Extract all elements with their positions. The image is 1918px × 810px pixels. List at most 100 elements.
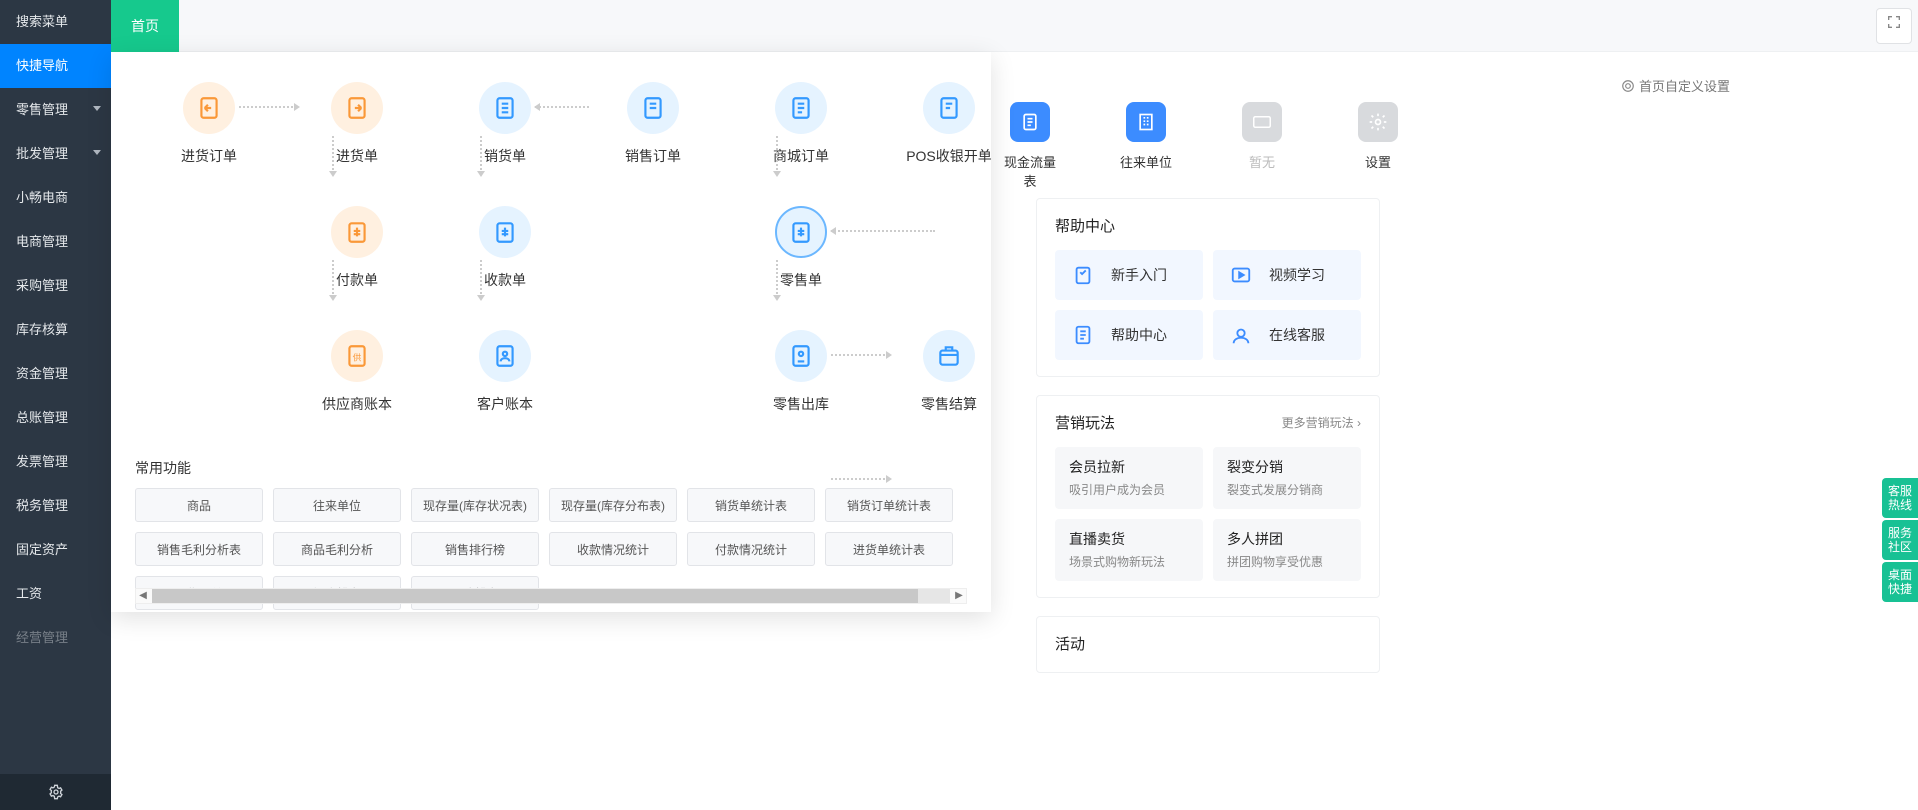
node-payment[interactable]: 付款单 <box>283 206 431 290</box>
doc-icon <box>627 82 679 134</box>
help-item-support[interactable]: 在线客服 <box>1213 310 1361 360</box>
common-btn[interactable]: 商品 <box>135 488 263 522</box>
sidebar-item-wholesale[interactable]: 批发管理 <box>0 132 111 176</box>
ledger-icon: 供 <box>331 330 383 382</box>
node-purchase-bill[interactable]: 进货单 <box>283 82 431 166</box>
horizontal-scrollbar[interactable]: ◀ ▶ <box>135 588 967 604</box>
common-btn[interactable]: 现存量(库存分布表) <box>549 488 677 522</box>
scroll-track[interactable] <box>152 589 950 603</box>
doc-in-icon <box>183 82 235 134</box>
common-btn[interactable]: 付款情况统计 <box>687 532 815 566</box>
sidebar-item-purchase[interactable]: 采购管理 <box>0 264 111 308</box>
node-sales-order[interactable]: 销售订单 <box>579 82 727 166</box>
clipboard-icon <box>1069 261 1097 289</box>
common-btn[interactable]: 销售排行榜 <box>411 532 539 566</box>
flow-arrow <box>332 136 334 176</box>
flow-arrow <box>776 260 778 300</box>
node-mall-order[interactable]: 商城订单 <box>727 82 875 166</box>
float-community[interactable]: 服务社区 <box>1882 520 1918 560</box>
help-item-video[interactable]: 视频学习 <box>1213 250 1361 300</box>
sidebar-item-invoice[interactable]: 发票管理 <box>0 440 111 484</box>
money-icon <box>479 206 531 258</box>
shortcut-empty[interactable]: 暂无 <box>1232 102 1292 190</box>
sidebar-item-assets[interactable]: 固定资产 <box>0 528 111 572</box>
play-icon <box>1227 261 1255 289</box>
sidebar: 搜索菜单 快捷导航 零售管理 批发管理 小畅电商 电商管理 采购管理 库存核算 … <box>0 0 111 810</box>
sidebar-item-tax[interactable]: 税务管理 <box>0 484 111 528</box>
mkt-item-group[interactable]: 多人拼团拼团购物享受优惠 <box>1213 519 1361 581</box>
doc-icon <box>923 82 975 134</box>
node-pos[interactable]: POS收银开单 <box>875 82 1023 166</box>
node-supplier-ledger[interactable]: 供供应商账本 <box>283 330 431 414</box>
sidebar-item-salary[interactable]: 工资 <box>0 572 111 616</box>
common-btn[interactable]: 销售毛利分析表 <box>135 532 263 566</box>
sidebar-item-retail[interactable]: 零售管理 <box>0 88 111 132</box>
more-link[interactable]: 更多营销玩法 › <box>1282 414 1361 431</box>
custom-home-link[interactable]: 首页自定义设置 <box>1621 76 1730 95</box>
node-retail-bill[interactable]: 零售单 <box>727 206 875 290</box>
target-icon <box>1621 79 1635 93</box>
common-btn[interactable]: 收款情况统计 <box>549 532 677 566</box>
tab-home[interactable]: 首页 <box>111 0 179 52</box>
common-btn[interactable]: 进货单统计表 <box>825 532 953 566</box>
headset-icon <box>1227 321 1255 349</box>
sidebar-item-inventory[interactable]: 库存核算 <box>0 308 111 352</box>
sidebar-item-xiaochang[interactable]: 小畅电商 <box>0 176 111 220</box>
fullscreen-icon <box>1886 14 1902 30</box>
sidebar-item-quicknav[interactable]: 快捷导航 <box>0 44 111 88</box>
float-hotline[interactable]: 客服热线 <box>1882 478 1918 518</box>
scroll-left-icon[interactable]: ◀ <box>136 589 150 603</box>
scroll-right-icon[interactable]: ▶ <box>952 589 966 603</box>
mkt-item-live[interactable]: 直播卖货场景式购物新玩法 <box>1055 519 1203 581</box>
sidebar-item-ledger[interactable]: 总账管理 <box>0 396 111 440</box>
sidebar-item-ecommerce[interactable]: 电商管理 <box>0 220 111 264</box>
node-receipt[interactable]: 收款单 <box>431 206 579 290</box>
help-item-newbie[interactable]: 新手入门 <box>1055 250 1203 300</box>
svg-text:供: 供 <box>353 351 362 362</box>
chevron-down-icon <box>93 150 101 155</box>
shortcut-settings[interactable]: 设置 <box>1348 102 1408 190</box>
flow-arrow <box>831 478 891 480</box>
panel-title: 营销玩法 更多营销玩法 › <box>1055 412 1361 433</box>
sidebar-settings[interactable] <box>0 774 111 810</box>
quicknav-flyout: 进货订单 进货单 销货单 销售订单 商城订单 POS收银开单 付款单 收款单 零… <box>111 52 991 612</box>
scroll-thumb[interactable] <box>152 589 918 603</box>
node-retail-out[interactable]: 零售出库 <box>727 330 875 414</box>
activity-panel: 活动 <box>1036 616 1380 673</box>
money-icon <box>775 206 827 258</box>
common-btn[interactable]: 销货订单统计表 <box>825 488 953 522</box>
tabbar: 首页 <box>111 0 1918 52</box>
help-panel: 帮助中心 新手入门 视频学习 帮助中心 在线客服 <box>1036 198 1380 377</box>
mkt-item-fission[interactable]: 裂变分销裂变式发展分销商 <box>1213 447 1361 509</box>
node-sales-bill[interactable]: 销货单 <box>431 82 579 166</box>
common-btn[interactable]: 现存量(库存状况表) <box>411 488 539 522</box>
doc-icon <box>775 82 827 134</box>
common-btn[interactable]: 往来单位 <box>273 488 401 522</box>
money-icon <box>331 206 383 258</box>
node-retail-settle[interactable]: 零售结算 <box>875 330 1023 414</box>
sidebar-item-operation[interactable]: 经营管理 <box>0 616 111 660</box>
doc-out-icon <box>331 82 383 134</box>
marketing-panel: 营销玩法 更多营销玩法 › 会员拉新吸引用户成为会员 裂变分销裂变式发展分销商 … <box>1036 395 1380 598</box>
panel-title: 活动 <box>1055 633 1361 654</box>
node-customer-ledger[interactable]: 客户账本 <box>431 330 579 414</box>
sidebar-item-search[interactable]: 搜索菜单 <box>0 0 111 44</box>
ledger-icon <box>479 330 531 382</box>
help-item-center[interactable]: 帮助中心 <box>1055 310 1203 360</box>
right-column: 帮助中心 新手入门 视频学习 帮助中心 在线客服 营销玩法 更多营销玩法 › <box>1036 198 1380 691</box>
document-icon <box>1069 321 1097 349</box>
gear-icon <box>1358 102 1398 142</box>
gear-icon <box>48 784 64 800</box>
flow-arrow <box>831 230 941 232</box>
node-purchase-order[interactable]: 进货订单 <box>135 82 283 166</box>
common-btn[interactable]: 销货单统计表 <box>687 488 815 522</box>
flow-arrow <box>776 136 778 176</box>
sidebar-item-funds[interactable]: 资金管理 <box>0 352 111 396</box>
fullscreen-button[interactable] <box>1876 8 1912 44</box>
mkt-item-member[interactable]: 会员拉新吸引用户成为会员 <box>1055 447 1203 509</box>
common-btn[interactable]: 商品毛利分析 <box>273 532 401 566</box>
placeholder-icon <box>1242 102 1282 142</box>
shortcut-company[interactable]: 往来单位 <box>1116 102 1176 190</box>
float-desktop[interactable]: 桌面快捷 <box>1882 562 1918 602</box>
panel-title: 帮助中心 <box>1055 215 1361 236</box>
